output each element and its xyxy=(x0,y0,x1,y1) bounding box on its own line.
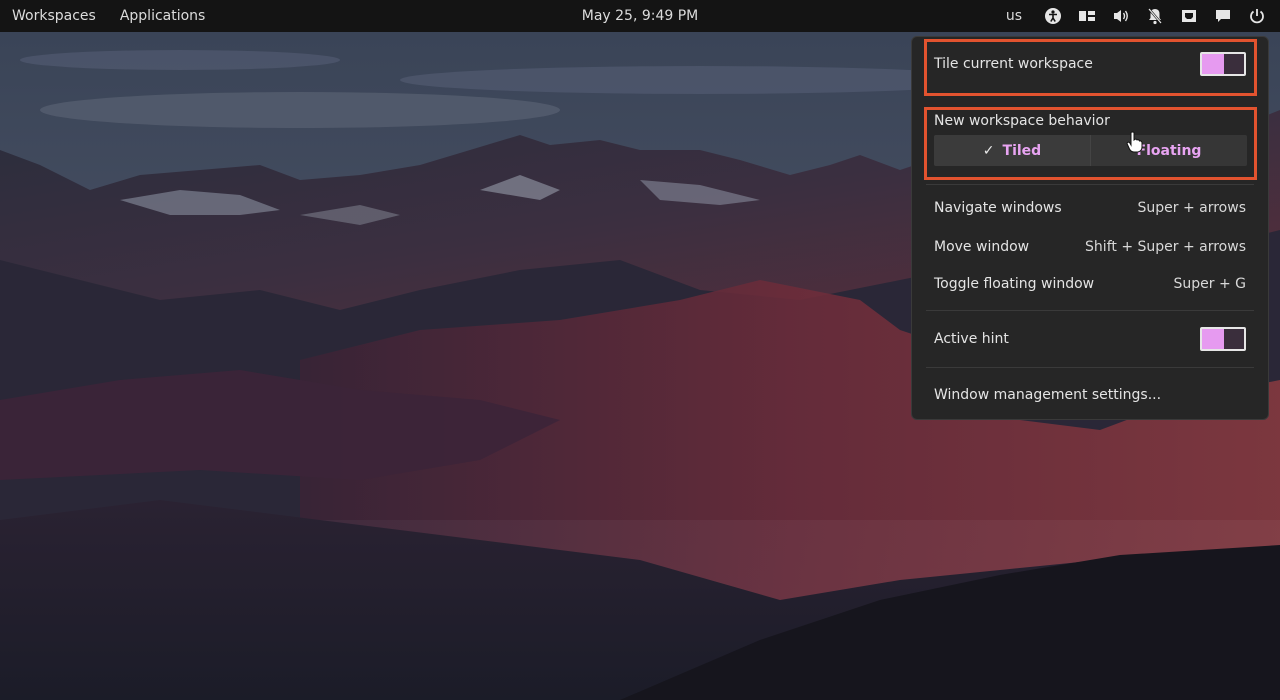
shortcut-row-toggle-floating: Toggle floating window Super + G xyxy=(934,274,1246,294)
hand-cursor-icon xyxy=(1126,131,1144,157)
accessibility-icon[interactable] xyxy=(1041,0,1065,32)
toggle-knob xyxy=(1224,329,1244,349)
panel-left: Workspaces Applications xyxy=(0,0,217,32)
shortcut-label: Move window xyxy=(934,239,1030,255)
shortcut-row-move: Move window Shift + Super + arrows xyxy=(934,237,1246,257)
shortcut-keys: Super + arrows xyxy=(1137,200,1247,216)
settings-link-label: Window management settings... xyxy=(934,387,1162,403)
shortcut-label: Navigate windows xyxy=(934,200,1062,216)
shortcut-label: Toggle floating window xyxy=(934,276,1095,292)
tiling-menu-popover: Tile current workspace New workspace beh… xyxy=(911,36,1269,420)
toggle-on-fill xyxy=(1202,329,1224,349)
toggle-on-fill xyxy=(1202,54,1224,74)
shortcut-keys: Super + G xyxy=(1173,276,1247,292)
tiling-icon[interactable] xyxy=(1075,0,1099,32)
clock-date-time[interactable]: May 25, 9:49 PM xyxy=(582,0,699,32)
chat-icon[interactable] xyxy=(1211,0,1235,32)
top-panel: Workspaces Applications May 25, 9:49 PM … xyxy=(0,0,1280,32)
new-workspace-behavior-selector: ✓ Tiled Floating xyxy=(934,135,1247,166)
new-workspace-behavior-row: New workspace behavior xyxy=(934,111,1246,131)
new-workspace-behavior-label: New workspace behavior xyxy=(934,113,1110,129)
volume-icon[interactable] xyxy=(1109,0,1133,32)
option-tiled-label: Tiled xyxy=(1002,142,1042,159)
window-management-settings-item[interactable]: Window management settings... xyxy=(934,385,1246,405)
keyboard-layout-indicator[interactable]: us xyxy=(1006,8,1022,24)
active-hint-row[interactable]: Active hint xyxy=(934,327,1246,351)
checkmark-icon: ✓ xyxy=(982,142,995,159)
system-tray: us xyxy=(1006,0,1274,32)
applications-button[interactable]: Applications xyxy=(108,0,218,32)
option-tiled-button[interactable]: ✓ Tiled xyxy=(934,135,1090,166)
option-floating-label: Floating xyxy=(1136,142,1202,159)
shortcut-keys: Shift + Super + arrows xyxy=(1085,239,1246,255)
tile-workspace-toggle[interactable] xyxy=(1200,52,1246,76)
active-hint-toggle[interactable] xyxy=(1200,327,1246,351)
tile-workspace-label: Tile current workspace xyxy=(934,56,1093,72)
divider xyxy=(926,184,1254,185)
power-icon[interactable] xyxy=(1245,0,1269,32)
divider xyxy=(926,310,1254,311)
option-floating-button[interactable]: Floating xyxy=(1090,135,1247,166)
shortcut-row-navigate: Navigate windows Super + arrows xyxy=(934,200,1246,216)
notifications-off-icon[interactable] xyxy=(1143,0,1167,32)
tile-workspace-row[interactable]: Tile current workspace xyxy=(934,52,1246,76)
workspaces-button[interactable]: Workspaces xyxy=(0,0,108,32)
divider xyxy=(926,367,1254,368)
network-icon[interactable] xyxy=(1177,0,1201,32)
active-hint-label: Active hint xyxy=(934,331,1009,347)
toggle-knob xyxy=(1224,54,1244,74)
